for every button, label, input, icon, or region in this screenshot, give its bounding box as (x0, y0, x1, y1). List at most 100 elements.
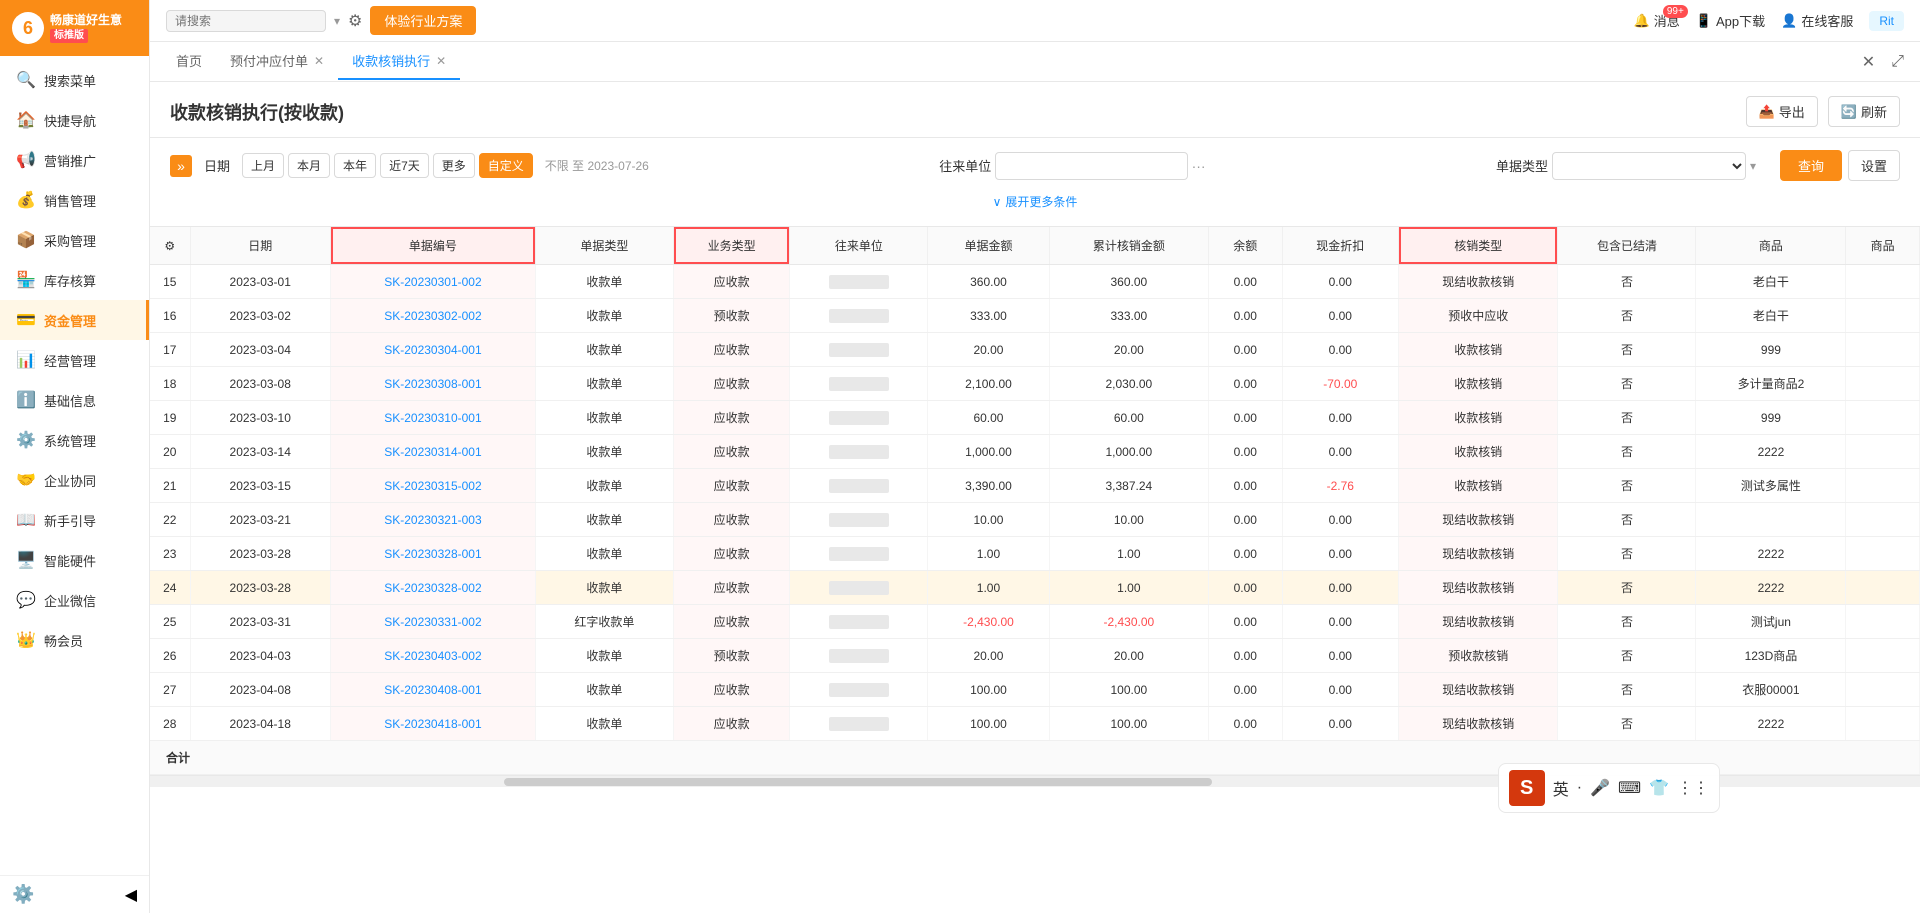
cell-order-no[interactable]: SK-20230328-002 (330, 571, 535, 605)
kb-shirt-icon[interactable]: 👕 (1649, 778, 1669, 798)
order-no-link[interactable]: SK-20230304-001 (384, 343, 481, 357)
tab-collection[interactable]: 收款核销执行 ✕ (338, 43, 460, 80)
cell-order-no[interactable]: SK-20230308-001 (330, 367, 535, 401)
table-row[interactable]: 222023-03-21SK-20230321-003收款单应收款10.0010… (150, 503, 1920, 537)
order-no-link[interactable]: SK-20230308-001 (384, 377, 481, 391)
cell-order-no[interactable]: SK-20230315-002 (330, 469, 535, 503)
sidebar-item-system[interactable]: ⚙️ 系统管理 (0, 420, 149, 460)
order-no-link[interactable]: SK-20230301-002 (384, 275, 481, 289)
order-no-link[interactable]: SK-20230328-001 (384, 547, 481, 561)
kb-text-btn[interactable]: 英 (1553, 776, 1569, 800)
partner-input[interactable] (995, 152, 1187, 180)
date-btn-more[interactable]: 更多 (433, 153, 475, 178)
sidebar-item-operation[interactable]: 📊 经营管理 (0, 340, 149, 380)
order-no-link[interactable]: SK-20230310-001 (384, 411, 481, 425)
sidebar-item-guide[interactable]: 📖 新手引导 (0, 500, 149, 540)
tab-home[interactable]: 首页 (162, 43, 216, 80)
kb-keyboard-icon[interactable]: ⌨ (1618, 778, 1641, 798)
order-no-link[interactable]: SK-20230321-003 (384, 513, 481, 527)
cell-order-no[interactable]: SK-20230403-002 (330, 639, 535, 673)
table-row[interactable]: 202023-03-14SK-20230314-001收款单应收款1,000.0… (150, 435, 1920, 469)
tab-close-all-btn[interactable]: ✕ (1858, 48, 1879, 76)
date-btn-this-month[interactable]: 本月 (288, 153, 330, 178)
kb-mic-icon[interactable]: 🎤 (1590, 778, 1610, 798)
cell-date: 2023-03-02 (190, 299, 330, 333)
refresh-btn[interactable]: 🔄 刷新 (1828, 96, 1900, 127)
sidebar-item-purchase[interactable]: 📦 采购管理 (0, 220, 149, 260)
table-row[interactable]: 212023-03-15SK-20230315-002收款单应收款3,390.0… (150, 469, 1920, 503)
date-btn-this-year[interactable]: 本年 (334, 153, 376, 178)
date-btn-7days[interactable]: 近7天 (380, 153, 429, 178)
kb-grid-icon[interactable]: ⋮⋮ (1677, 778, 1709, 798)
sidebar-item-sales[interactable]: 💰 销售管理 (0, 180, 149, 220)
sidebar-collapse-icon[interactable]: ◀ (125, 885, 137, 905)
cell-verified-amount: 60.00 (1049, 401, 1208, 435)
tab-collection-close[interactable]: ✕ (436, 54, 446, 68)
sidebar-item-wechat[interactable]: 💬 企业微信 (0, 580, 149, 620)
breadcrumb-search-input[interactable] (166, 10, 326, 32)
sidebar-item-corp[interactable]: 🤝 企业协同 (0, 460, 149, 500)
query-btn[interactable]: 查询 (1780, 150, 1842, 181)
cell-order-no[interactable]: SK-20230310-001 (330, 401, 535, 435)
online-service-button[interactable]: 👤 在线客服 (1781, 11, 1853, 30)
scrollbar-thumb[interactable] (504, 778, 1212, 786)
tab-payable-close[interactable]: ✕ (314, 54, 324, 68)
sidebar-item-search[interactable]: 🔍 搜索菜单 (0, 60, 149, 100)
table-row[interactable]: 262023-04-03SK-20230403-002收款单预收款20.0020… (150, 639, 1920, 673)
order-no-link[interactable]: SK-20230403-002 (384, 649, 481, 663)
tab-expand-btn[interactable]: ⤢ (1887, 49, 1908, 75)
cell-order-no[interactable]: SK-20230301-002 (330, 265, 535, 299)
cell-goods-img (1846, 299, 1920, 333)
order-no-link[interactable]: SK-20230408-001 (384, 683, 481, 697)
cell-order-no[interactable]: SK-20230418-001 (330, 707, 535, 741)
date-btn-custom[interactable]: 自定义 (479, 153, 533, 178)
date-btn-last-month[interactable]: 上月 (242, 153, 284, 178)
cell-order-no[interactable]: SK-20230331-002 (330, 605, 535, 639)
notice-button[interactable]: 🔔 消息 99+ (1634, 11, 1680, 30)
tab-payable[interactable]: 预付冲应付单 ✕ (216, 43, 338, 80)
expand-more-btn[interactable]: ∨ 展开更多条件 (993, 193, 1078, 210)
sidebar-settings-icon[interactable]: ⚙️ (12, 884, 34, 905)
cell-order-no[interactable]: SK-20230304-001 (330, 333, 535, 367)
cell-balance: 0.00 (1209, 707, 1282, 741)
cell-include-settled: 否 (1558, 639, 1696, 673)
sidebar-item-vip[interactable]: 👑 畅会员 (0, 620, 149, 660)
experience-btn[interactable]: 体验行业方案 (370, 6, 476, 35)
sidebar-item-inventory[interactable]: 🏪 库存核算 (0, 260, 149, 300)
sidebar-item-marketing[interactable]: 📢 营销推广 (0, 140, 149, 180)
table-row[interactable]: 152023-03-01SK-20230301-002收款单应收款360.003… (150, 265, 1920, 299)
order-no-link[interactable]: SK-20230331-002 (384, 615, 481, 629)
table-row[interactable]: 192023-03-10SK-20230310-001收款单应收款60.0060… (150, 401, 1920, 435)
sidebar-item-hardware[interactable]: 🖥️ 智能硬件 (0, 540, 149, 580)
table-row[interactable]: 172023-03-04SK-20230304-001收款单应收款20.0020… (150, 333, 1920, 367)
order-no-link[interactable]: SK-20230418-001 (384, 717, 481, 731)
settings-btn[interactable]: 设置 (1848, 150, 1900, 181)
export-btn[interactable]: 📤 导出 (1746, 96, 1818, 127)
sidebar-item-shortcut[interactable]: 🏠 快捷导航 (0, 100, 149, 140)
cell-order-no[interactable]: SK-20230408-001 (330, 673, 535, 707)
dropdown-icon[interactable]: ▾ (334, 14, 340, 28)
table-row[interactable]: 282023-04-18SK-20230418-001收款单应收款100.001… (150, 707, 1920, 741)
partner-dots[interactable]: ··· (1192, 158, 1206, 174)
order-no-link[interactable]: SK-20230315-002 (384, 479, 481, 493)
sidebar-item-basic[interactable]: ℹ️ 基础信息 (0, 380, 149, 420)
cell-order-no[interactable]: SK-20230328-001 (330, 537, 535, 571)
cell-order-no[interactable]: SK-20230314-001 (330, 435, 535, 469)
order-no-link[interactable]: SK-20230302-002 (384, 309, 481, 323)
cell-order-no[interactable]: SK-20230302-002 (330, 299, 535, 333)
voucher-type-select[interactable] (1552, 152, 1746, 180)
table-row[interactable]: 242023-03-28SK-20230328-002收款单应收款1.001.0… (150, 571, 1920, 605)
filter-toggle-btn[interactable]: » (170, 155, 192, 177)
sidebar-item-finance[interactable]: 💳 资金管理 (0, 300, 149, 340)
order-no-link[interactable]: SK-20230328-002 (384, 581, 481, 595)
table-row[interactable]: 252023-03-31SK-20230331-002红字收款单应收款-2,43… (150, 605, 1920, 639)
header-gear-icon[interactable]: ⚙ (348, 11, 362, 31)
cell-order-no[interactable]: SK-20230321-003 (330, 503, 535, 537)
user-avatar[interactable]: Rit (1869, 11, 1904, 31)
table-row[interactable]: 162023-03-02SK-20230302-002收款单预收款333.003… (150, 299, 1920, 333)
order-no-link[interactable]: SK-20230314-001 (384, 445, 481, 459)
table-row[interactable]: 232023-03-28SK-20230328-001收款单应收款1.001.0… (150, 537, 1920, 571)
app-download-button[interactable]: 📱 App下载 (1696, 11, 1765, 30)
table-row[interactable]: 182023-03-08SK-20230308-001收款单应收款2,100.0… (150, 367, 1920, 401)
table-row[interactable]: 272023-04-08SK-20230408-001收款单应收款100.001… (150, 673, 1920, 707)
